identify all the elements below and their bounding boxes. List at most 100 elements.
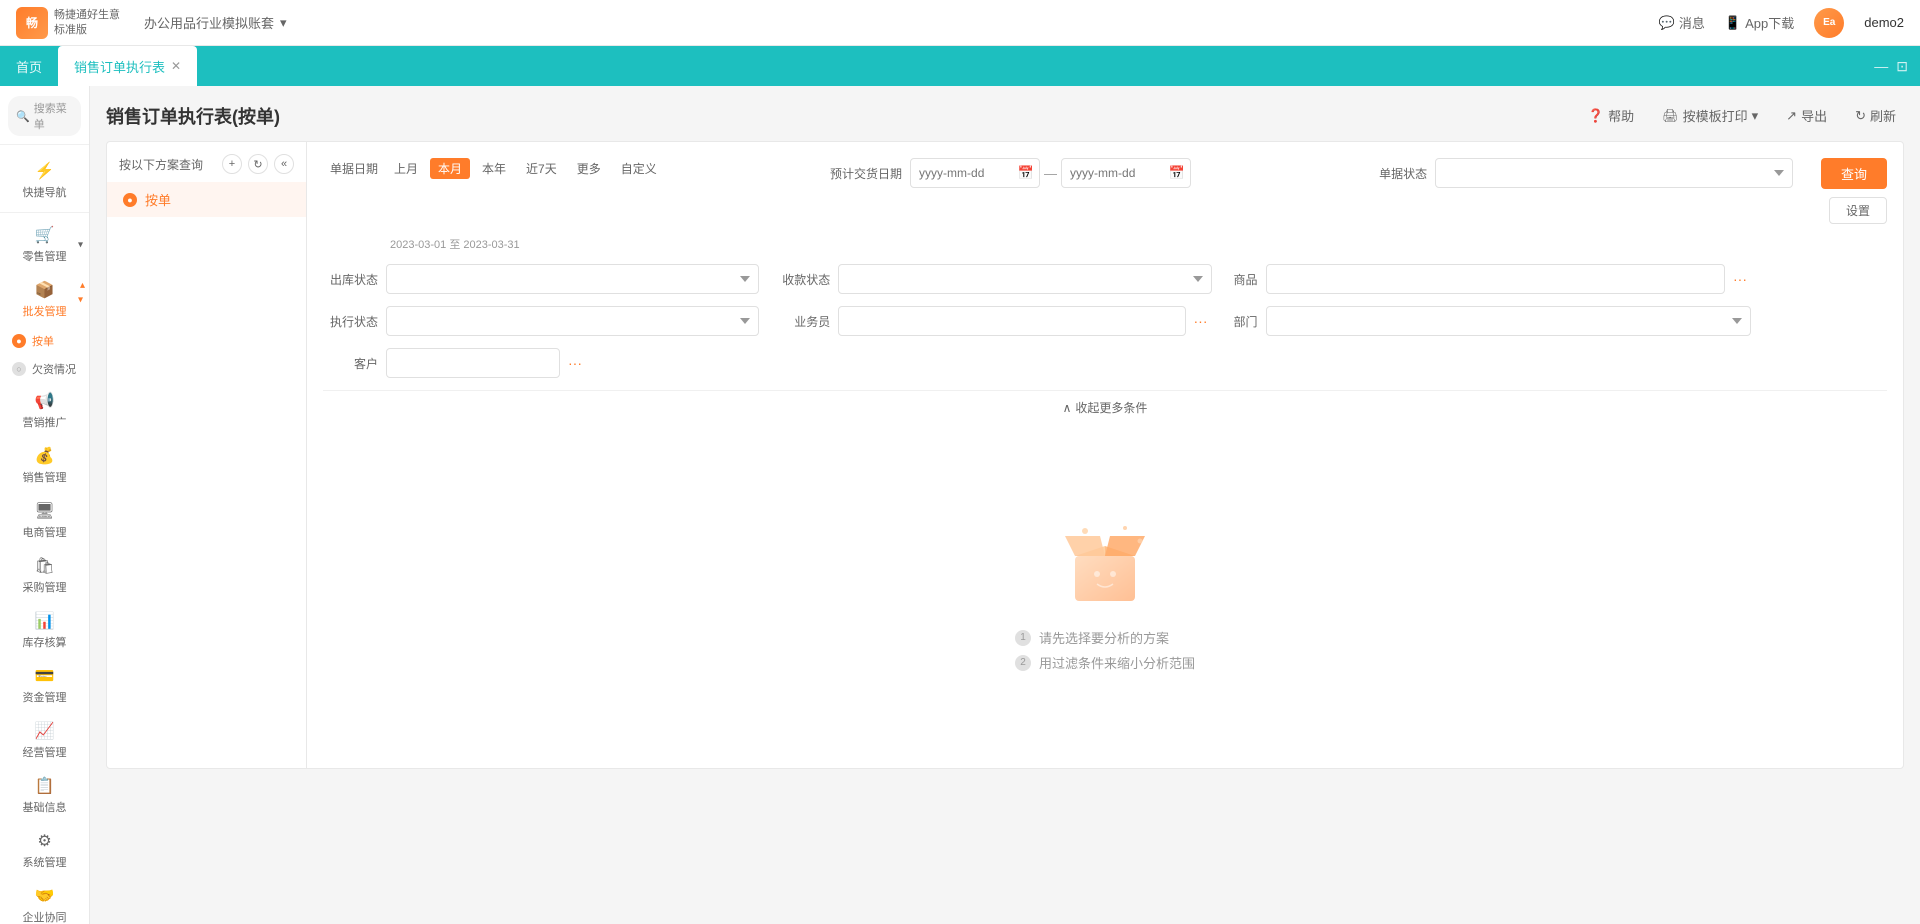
sub-item-label: 按单 xyxy=(32,333,54,349)
settings-button[interactable]: 设置 xyxy=(1829,197,1887,224)
empty-tip-2: 2 用过滤条件来缩小分析范围 xyxy=(1015,653,1195,672)
expected-delivery-start-input[interactable] xyxy=(910,158,1040,188)
breadcrumb-chevron-icon: ▾ xyxy=(280,15,287,31)
sidebar-item-purchase[interactable]: 🛍 采购管理 xyxy=(0,548,89,603)
customer-multi-select-icon[interactable]: ··· xyxy=(564,355,586,371)
sidebar-item-quick-nav[interactable]: ⚡ 快捷导航 xyxy=(0,153,89,208)
tab-home[interactable]: 首页 xyxy=(0,46,58,86)
right-panel: 单据日期 上月 本月 本年 近7天 更多 自定义 xyxy=(307,142,1903,768)
customer-input[interactable] xyxy=(386,348,560,378)
inventory-icon: 📊 xyxy=(35,611,55,631)
page-header: 销售订单执行表(按单) ❓ 帮助 🖨 按模板打印 ▾ ↗ 导出 ↻ 刷新 xyxy=(106,102,1904,129)
department-select[interactable] xyxy=(1266,306,1752,336)
sidebar-item-label: 营销推广 xyxy=(23,414,67,430)
sidebar-item-zero-retail[interactable]: 🛒 零售管理 xyxy=(0,217,89,272)
salesperson-input[interactable] xyxy=(838,306,1185,336)
header-right: 💬 消息 📱 App下载 Ea demo2 xyxy=(1659,8,1904,38)
tab-sales-exec[interactable]: 销售订单执行表 ✕ xyxy=(58,46,197,86)
delivery-status-label: 出库状态 xyxy=(323,271,378,288)
date-tab-this-month[interactable]: 本月 xyxy=(430,158,470,179)
sidebar-sub-item-order[interactable]: ● 按单 xyxy=(0,327,89,355)
collapse-panel-button[interactable]: « xyxy=(274,154,294,174)
query-button[interactable]: 查询 xyxy=(1821,158,1887,189)
execution-status-select[interactable] xyxy=(386,306,759,336)
refresh-scheme-button[interactable]: ↻ xyxy=(248,154,268,174)
message-icon: 💬 xyxy=(1659,15,1675,31)
date-tab-custom[interactable]: 自定义 xyxy=(613,158,665,179)
sidebar-item-sales[interactable]: 💰 销售管理 xyxy=(0,438,89,493)
salesperson-multi-select-icon[interactable]: ··· xyxy=(1190,313,1212,329)
print-chevron-icon: ▾ xyxy=(1752,108,1759,124)
breadcrumb[interactable]: 办公用品行业模拟账套 ▾ xyxy=(144,13,287,32)
sidebar-item-label: 系统管理 xyxy=(23,854,67,870)
message-button[interactable]: 💬 消息 xyxy=(1659,13,1705,32)
zero-retail-icon: 🛒 xyxy=(35,225,55,245)
help-icon: ❓ xyxy=(1588,108,1604,124)
top-header: 畅 畅捷通好生意 标准版 办公用品行业模拟账套 ▾ 💬 消息 📱 App下载 E… xyxy=(0,0,1920,46)
sidebar-search[interactable]: 🔍 搜索菜单 xyxy=(0,86,89,145)
refresh-button[interactable]: ↻ 刷新 xyxy=(1847,102,1904,129)
export-button[interactable]: ↗ 导出 xyxy=(1778,102,1835,129)
sidebar: 🔍 搜索菜单 ⚡ 快捷导航 🛒 零售管理 📦 批发管理 ▴ ● 按单 ○ 欠资情… xyxy=(0,86,90,924)
order-status-select[interactable] xyxy=(1435,158,1793,188)
left-panel-item-order[interactable]: ● 按单 xyxy=(107,182,306,217)
collapse-section: ∧ 收起更多条件 xyxy=(323,390,1887,424)
sidebar-sub-item-debt[interactable]: ○ 欠资情况 xyxy=(0,355,89,383)
tab-bar-actions: — ⊡ xyxy=(1874,58,1920,75)
user-avatar[interactable]: Ea xyxy=(1814,8,1844,38)
tab-close-icon[interactable]: ✕ xyxy=(171,60,181,72)
template-print-button[interactable]: 🖨 按模板打印 ▾ xyxy=(1654,102,1766,129)
collapse-arrow-icon: ∧ xyxy=(1063,401,1072,415)
sidebar-item-finance[interactable]: 💳 资金管理 xyxy=(0,658,89,713)
date-tab-last-7-days[interactable]: 近7天 xyxy=(518,158,565,179)
product-input[interactable] xyxy=(1266,264,1726,294)
collapse-button[interactable]: ∧ 收起更多条件 xyxy=(1063,399,1148,416)
sidebar-item-label: 批发管理 xyxy=(23,303,67,319)
expected-delivery-end-input[interactable] xyxy=(1061,158,1191,188)
left-panel-header-actions: + ↻ « xyxy=(222,154,294,174)
product-multi-select-icon[interactable]: ··· xyxy=(1729,271,1751,287)
salesperson-label: 业务员 xyxy=(775,313,830,330)
app-download-button[interactable]: 📱 App下载 xyxy=(1725,13,1794,32)
operation-icon: 📈 xyxy=(35,721,55,741)
tab-bar: 首页 销售订单执行表 ✕ — ⊡ xyxy=(0,46,1920,86)
ecommerce-icon: 🖥 xyxy=(34,501,54,521)
sidebar-item-wholesale[interactable]: 📦 批发管理 ▴ xyxy=(0,272,89,327)
delivery-status-select[interactable] xyxy=(386,264,759,294)
date-tab-last-month[interactable]: 上月 xyxy=(386,158,426,179)
sidebar-item-inventory[interactable]: 📊 库存核算 xyxy=(0,603,89,658)
finance-icon: 💳 xyxy=(35,666,55,686)
sidebar-item-label: 基础信息 xyxy=(23,799,67,815)
wholesale-icon: 📦 xyxy=(35,280,55,300)
payment-status-select[interactable] xyxy=(838,264,1211,294)
sidebar-item-basics[interactable]: 📋 基础信息 xyxy=(0,768,89,823)
search-icon: 🔍 xyxy=(16,110,30,123)
user-name[interactable]: demo2 xyxy=(1864,15,1904,30)
app-download-icon: 📱 xyxy=(1725,15,1741,31)
refresh-small-icon: ↻ xyxy=(253,158,262,171)
sidebar-item-marketing[interactable]: 📢 营销推广 xyxy=(0,383,89,438)
sidebar-item-ecommerce[interactable]: 🖥 电商管理 xyxy=(0,493,89,548)
sidebar-item-operation[interactable]: 📈 经营管理 xyxy=(0,713,89,768)
date-tab-more[interactable]: 更多 xyxy=(569,158,609,179)
empty-state-icon xyxy=(1055,516,1155,616)
logo-area[interactable]: 畅 畅捷通好生意 标准版 xyxy=(16,7,120,39)
sidebar-item-enterprise[interactable]: 🤝 企业协同 xyxy=(0,878,89,924)
add-scheme-button[interactable]: + xyxy=(222,154,242,174)
date-tab-this-year[interactable]: 本年 xyxy=(474,158,514,179)
payment-status-label: 收款状态 xyxy=(775,271,830,288)
tab-maximize-icon[interactable]: ⊡ xyxy=(1896,58,1908,75)
logo-text: 畅捷通好生意 标准版 xyxy=(54,8,120,37)
marketing-icon: 📢 xyxy=(35,391,55,411)
purchase-icon: 🛍 xyxy=(34,556,54,576)
tab-minimize-icon[interactable]: — xyxy=(1874,58,1888,74)
sidebar-item-system[interactable]: ⚙ 系统管理 xyxy=(0,823,89,878)
page-header-actions: ❓ 帮助 🖨 按模板打印 ▾ ↗ 导出 ↻ 刷新 xyxy=(1580,102,1904,129)
date-label: 单据日期 xyxy=(323,160,378,177)
system-icon: ⚙ xyxy=(37,831,51,851)
expand-icon: ▴ xyxy=(80,280,85,291)
search-input-area[interactable]: 🔍 搜索菜单 xyxy=(8,96,81,136)
help-button[interactable]: ❓ 帮助 xyxy=(1580,102,1642,129)
sales-icon: 💰 xyxy=(35,446,55,466)
order-scheme-dot: ● xyxy=(123,193,137,207)
